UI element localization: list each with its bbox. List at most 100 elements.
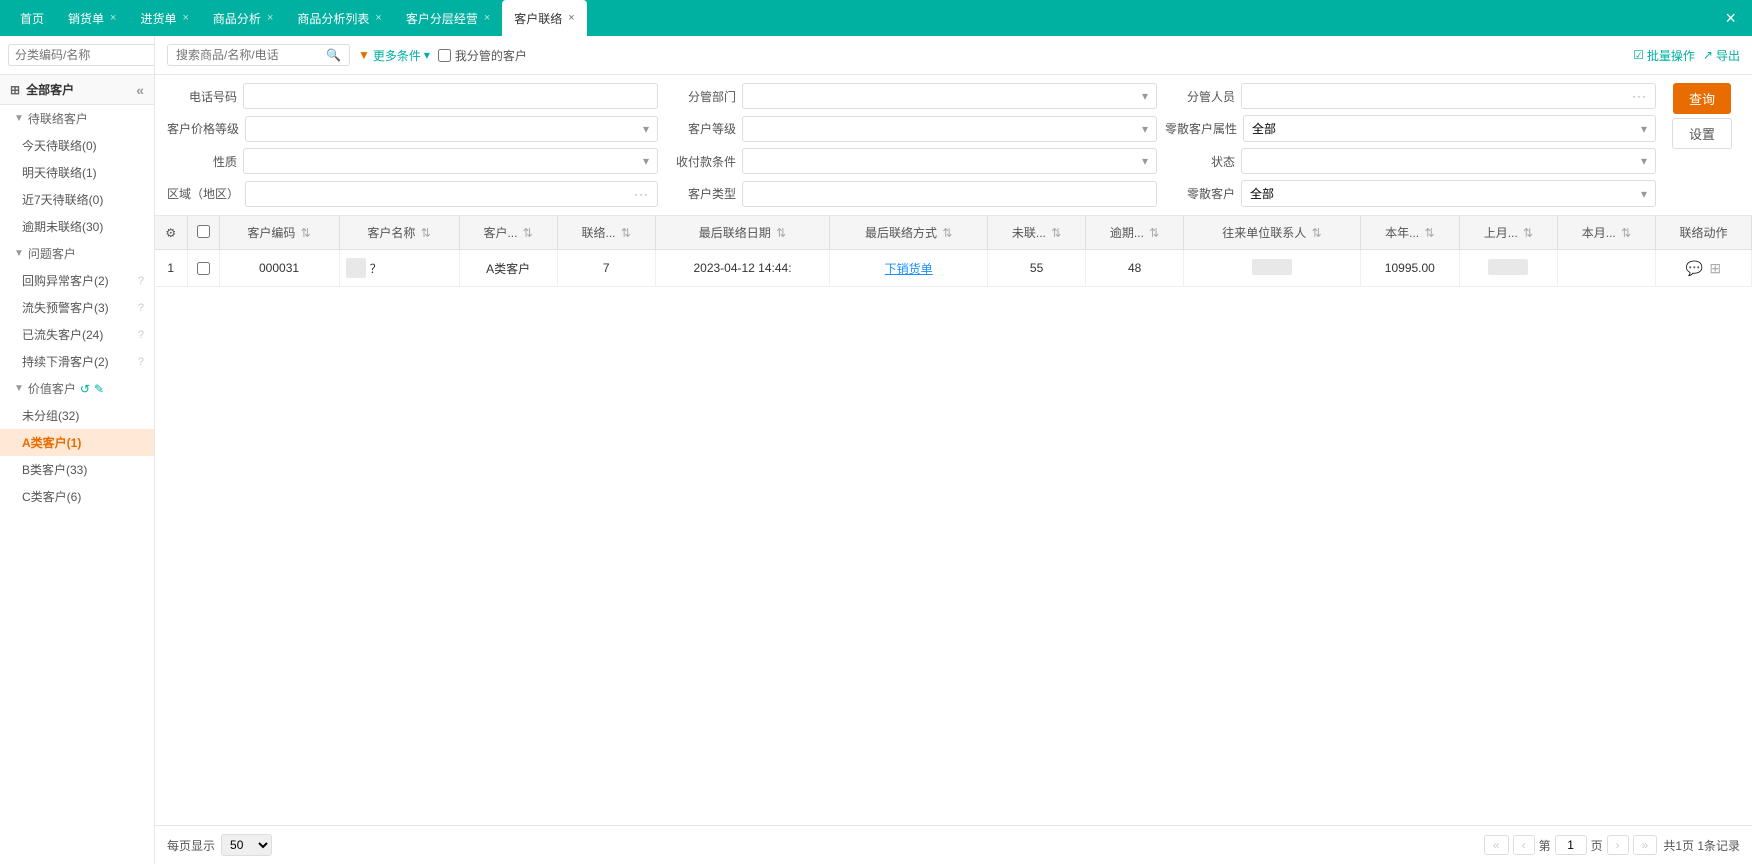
nav-home[interactable]: 首页	[8, 0, 56, 36]
price-level-select[interactable]: ▾	[245, 116, 658, 142]
chevron-down-icon: ▾	[643, 122, 649, 136]
sidebar-item-overdue[interactable]: 逾期未联络(30)	[0, 213, 154, 240]
nav-customer-segment-close[interactable]: ×	[484, 12, 490, 24]
col-overdue-header[interactable]: 逾期... ⇅	[1086, 216, 1184, 250]
filter-search-input[interactable]	[176, 48, 326, 62]
batch-operation-button[interactable]: ☑ 批量操作	[1633, 47, 1695, 64]
retail-customer-select[interactable]: 全部 ▾	[1241, 180, 1656, 207]
sidebar-item-churn-warning[interactable]: 流失预警客户(3) ?	[0, 294, 154, 321]
nav-sales-close[interactable]: ×	[110, 12, 116, 24]
filter-search-box: 🔍	[167, 44, 350, 66]
nav-sales[interactable]: 销货单 ×	[56, 0, 128, 36]
sidebar-item-declining[interactable]: 持续下滑客户(2) ?	[0, 348, 154, 375]
col-year-amount-header[interactable]: 本年... ⇅	[1360, 216, 1459, 250]
setting-button[interactable]: 设置	[1672, 118, 1732, 149]
customer-level-select[interactable]: ▾	[742, 116, 1157, 142]
chevron-down-icon: ▾	[643, 154, 649, 168]
close-all-tabs[interactable]: ×	[1717, 8, 1744, 29]
nav-customer-segment[interactable]: 客户分层经营 ×	[394, 0, 502, 36]
nav-customer-contact[interactable]: 客户联络 ×	[502, 0, 586, 36]
manager-label: 分管人员	[1165, 88, 1235, 105]
col-no-contact-header[interactable]: 未联... ⇅	[988, 216, 1086, 250]
col-last-date-header[interactable]: 最后联络日期 ⇅	[655, 216, 830, 250]
col-name-header[interactable]: 客户名称 ⇅	[339, 216, 459, 250]
retail-attr-select[interactable]: 全部 ▾	[1243, 115, 1656, 142]
contact-person-avatar	[1252, 259, 1292, 275]
nav-product-analysis-close[interactable]: ×	[267, 12, 273, 24]
last-method-link[interactable]: 下销货单	[885, 262, 933, 276]
nav-product-list[interactable]: 商品分析列表 ×	[285, 0, 393, 36]
col-last-method-header[interactable]: 最后联络方式 ⇅	[830, 216, 988, 250]
sidebar-item-tomorrow[interactable]: 明天待联络(1)	[0, 159, 154, 186]
sidebar-item-today[interactable]: 今天待联络(0)	[0, 132, 154, 159]
query-button-area: 查询 设置	[1664, 83, 1740, 207]
export-button[interactable]: ↗ 导出	[1703, 47, 1740, 64]
chevron-down-icon: ▾	[1641, 187, 1647, 201]
grid-action-icon[interactable]: ⊞	[1709, 260, 1721, 277]
first-page-button[interactable]: «	[1484, 835, 1509, 855]
group-value-customers[interactable]: ▼ 价值客户 ↺ ✎	[0, 375, 154, 402]
nature-select[interactable]: ▾	[243, 148, 658, 174]
prev-page-button[interactable]: ‹	[1513, 835, 1535, 855]
sidebar-item-churned[interactable]: 已流失客户(24) ?	[0, 321, 154, 348]
select-all-checkbox[interactable]	[197, 225, 210, 238]
customer-type-input[interactable]	[742, 181, 1157, 207]
filter-manager: 分管人员 ···	[1165, 83, 1656, 109]
chevron-down-icon: ▾	[1142, 89, 1148, 103]
row-checkbox[interactable]	[197, 262, 210, 275]
region-input[interactable]: ···	[245, 181, 658, 207]
sidebar-item-repurchase-abnormal[interactable]: 回购异常客户(2) ?	[0, 267, 154, 294]
col-level-header[interactable]: 客户... ⇅	[459, 216, 557, 250]
col-this-month-header[interactable]: 本月... ⇅	[1557, 216, 1655, 250]
col-last-month-header[interactable]: 上月... ⇅	[1459, 216, 1557, 250]
last-month-avatar	[1488, 259, 1528, 275]
dots-icon: ···	[634, 187, 649, 201]
per-page-select[interactable]: 50 10 20 100	[221, 834, 272, 856]
comment-action-icon[interactable]: 💬	[1686, 260, 1703, 277]
sidebar-item-class-c[interactable]: C类客户(6)	[0, 483, 154, 510]
manager-input[interactable]: ···	[1241, 83, 1656, 109]
row-last-month-cell	[1459, 250, 1557, 287]
filter-row-4: 区域（地区） ··· 客户类型	[167, 180, 1656, 207]
dept-select[interactable]: ▾	[742, 83, 1157, 109]
query-button[interactable]: 查询	[1673, 83, 1731, 114]
col-contact-person-header[interactable]: 往来单位联系人 ⇅	[1184, 216, 1361, 250]
dept-label: 分管部门	[666, 88, 736, 105]
edit-icon[interactable]: ✎	[94, 382, 104, 396]
filter-search-icon[interactable]: 🔍	[326, 48, 341, 62]
group-pending-contact[interactable]: ▼ 待联络客户	[0, 105, 154, 132]
chevron-down-icon: ▾	[1142, 122, 1148, 136]
nav-purchase-close[interactable]: ×	[182, 12, 188, 24]
last-page-button[interactable]: »	[1633, 835, 1658, 855]
col-contact-count-header[interactable]: 联络... ⇅	[557, 216, 655, 250]
payment-select[interactable]: ▾	[742, 148, 1157, 174]
batch-icon: ☑	[1633, 48, 1644, 62]
next-page-button[interactable]: ›	[1607, 835, 1629, 855]
payment-label: 收付款条件	[666, 153, 736, 170]
nav-product-analysis[interactable]: 商品分析 ×	[201, 0, 285, 36]
collapse-button[interactable]: «	[136, 82, 144, 98]
table-row: 1 000031 ？	[155, 250, 1752, 287]
filter-retail-customer: 零散客户 全部 ▾	[1165, 180, 1656, 207]
sidebar-search-input[interactable]	[8, 44, 155, 66]
filter-more-button[interactable]: ▼ 更多条件 ▾	[358, 47, 430, 64]
col-settings[interactable]: ⚙	[155, 216, 187, 250]
my-customers-checkbox[interactable]	[438, 49, 451, 62]
refresh-icon[interactable]: ↺	[80, 382, 90, 396]
col-code-header[interactable]: 客户编码 ⇅	[219, 216, 339, 250]
sidebar-item-7days[interactable]: 近7天待联络(0)	[0, 186, 154, 213]
nav-customer-contact-close[interactable]: ×	[568, 12, 574, 24]
nav-purchase[interactable]: 进货单 ×	[128, 0, 200, 36]
my-customers-filter: 我分管的客户	[438, 47, 527, 64]
row-overdue-cell: 48	[1086, 250, 1184, 287]
filter-dept: 分管部门 ▾	[666, 83, 1157, 109]
group-problem-customers[interactable]: ▼ 问题客户	[0, 240, 154, 267]
phone-input[interactable]	[243, 83, 658, 109]
status-select[interactable]: ▾	[1241, 148, 1656, 174]
all-customers-header[interactable]: ⊞ 全部客户 «	[0, 75, 154, 105]
page-number-input[interactable]	[1555, 835, 1587, 855]
sidebar-item-class-b[interactable]: B类客户(33)	[0, 456, 154, 483]
nav-product-list-close[interactable]: ×	[375, 12, 381, 24]
sidebar-item-class-a[interactable]: A类客户(1)	[0, 429, 154, 456]
sidebar-item-unclassified[interactable]: 未分组(32)	[0, 402, 154, 429]
